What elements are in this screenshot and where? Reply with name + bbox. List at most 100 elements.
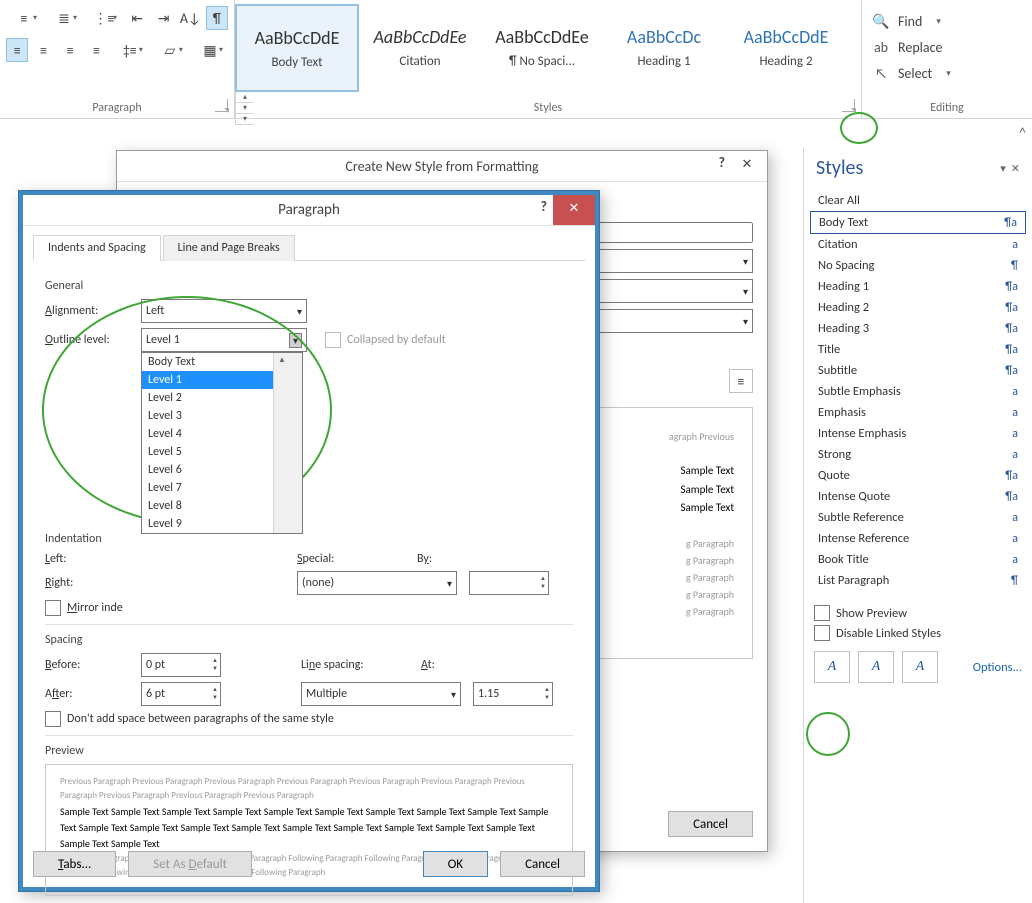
justify-button[interactable]: ≡ [85, 38, 107, 62]
tab-line-breaks[interactable]: Line and Page Breaks [163, 235, 295, 261]
style-item-subtle-emphasis[interactable]: Subtle Emphasisa [810, 381, 1026, 402]
style-item-symbol: a [1012, 532, 1018, 546]
cns-name-input[interactable] [597, 222, 753, 243]
style-item-strong[interactable]: Stronga [810, 444, 1026, 465]
gallery-more[interactable]: ▾ [236, 114, 254, 125]
multilevel-button[interactable]: ⋮≡ [86, 6, 122, 30]
style-item-body-text[interactable]: Body Text¶a [810, 211, 1026, 234]
para-help-button[interactable]: ? [541, 198, 548, 215]
para-cancel-button[interactable]: Cancel [500, 851, 585, 877]
style-card--no-spaci-[interactable]: AaBbCcDdEe¶ No Spaci... [481, 4, 603, 90]
new-style-button[interactable]: A [814, 651, 850, 683]
line-spacing-select[interactable]: Multiple▾ [301, 682, 461, 706]
cns-following-select[interactable]: ▾ [595, 309, 753, 333]
show-preview-checkbox[interactable] [814, 605, 830, 621]
cns-bold-button[interactable]: ≡ [729, 369, 753, 393]
increase-indent-button[interactable]: ⇥ [152, 6, 174, 30]
find-button[interactable]: 🔍Find▾ [872, 8, 1022, 34]
after-spinner[interactable]: 6 pt [141, 682, 221, 706]
style-sample: AaBbCcDdEe [495, 26, 588, 48]
line-spacing-button[interactable]: ‡≡ [112, 38, 148, 62]
tabs-button[interactable]: Tabs... [33, 851, 116, 877]
bullets-button[interactable]: ≡ [6, 6, 42, 30]
outline-level-dropdown[interactable]: Body TextLevel 1Level 2Level 3Level 4Lev… [141, 352, 303, 534]
borders-button[interactable]: ▦ [192, 38, 228, 62]
outline-dropdown-scrollbar[interactable] [273, 353, 302, 533]
outline-value: Level 1 [146, 333, 180, 347]
special-label: Special: [297, 552, 417, 566]
cns-styletype-select[interactable]: ▾ [595, 249, 753, 273]
styles-dialog-launcher[interactable] [842, 99, 855, 112]
style-item-intense-quote[interactable]: Intense Quote¶a [810, 486, 1026, 507]
cns-cancel-button[interactable]: Cancel [668, 811, 753, 837]
cns-title: Create New Style from Formatting [345, 158, 538, 175]
paragraph-dialog-launcher[interactable] [215, 99, 228, 112]
ribbon-collapse-chevron[interactable]: ^ [1019, 124, 1026, 141]
ribbon: ≡ ≣ ⋮≡ ⇤ ⇥ A↓ ¶ ≡ ≡ ≡ ≡ ‡≡ ▱ ▦ Paragraph… [0, 0, 1032, 119]
disable-linked-checkbox[interactable] [814, 625, 830, 641]
ribbon-group-editing: 🔍Find▾ abReplace ↖Select▾ Editing [862, 0, 1032, 118]
style-item-title[interactable]: Title¶a [810, 339, 1026, 360]
align-center-button[interactable]: ≡ [32, 38, 54, 62]
before-spinner[interactable]: 0 pt [141, 653, 221, 677]
style-card-body-text[interactable]: AaBbCcDdEBody Text [235, 4, 359, 92]
find-label: Find [898, 13, 922, 30]
para-close-button[interactable]: ✕ [553, 195, 595, 225]
style-item-heading-3[interactable]: Heading 3¶a [810, 318, 1026, 339]
sort-button[interactable]: A↓ [179, 6, 202, 30]
outline-level-select[interactable]: Level 1▾ [141, 328, 307, 352]
style-item-name: Body Text [819, 215, 868, 230]
styles-pane-title: Styles ▾ ✕ [804, 148, 1032, 190]
replace-button[interactable]: abReplace [872, 34, 1022, 60]
ok-button[interactable]: OK [423, 851, 488, 877]
select-button[interactable]: ↖Select▾ [872, 60, 1022, 86]
numbering-button[interactable]: ≣ [46, 6, 82, 30]
style-card-heading-1[interactable]: AaBbCcDcHeading 1 [603, 4, 725, 90]
cns-basedon-select[interactable]: ▾ [595, 279, 753, 303]
styles-list[interactable]: Clear AllBody Text¶aCitationaNo Spacing¶… [804, 190, 1032, 591]
mirror-checkbox[interactable] [45, 600, 61, 616]
style-item-subtitle[interactable]: Subtitle¶a [810, 360, 1026, 381]
style-card-heading-2[interactable]: AaBbCcDdEHeading 2 [725, 4, 847, 90]
style-item-list-paragraph[interactable]: List Paragraph¶ [810, 570, 1026, 591]
align-left-button[interactable]: ≡ [6, 38, 28, 62]
special-select[interactable]: (none)▾ [297, 571, 457, 595]
align-right-button[interactable]: ≡ [59, 38, 81, 62]
para-title: Paragraph [278, 201, 340, 219]
styles-pane-close-icon[interactable]: ✕ [1011, 162, 1020, 175]
style-item-no-spacing[interactable]: No Spacing¶ [810, 255, 1026, 276]
cns-help-button[interactable]: ? [719, 154, 726, 171]
decrease-indent-button[interactable]: ⇤ [126, 6, 148, 30]
style-inspector-button[interactable]: A [858, 651, 894, 683]
style-item-book-title[interactable]: Book Titlea [810, 549, 1026, 570]
tab-indents-spacing[interactable]: Indents and Spacing [33, 235, 161, 261]
shading-button[interactable]: ▱ [152, 38, 188, 62]
collapsed-checkbox[interactable] [325, 332, 341, 348]
at-spinner[interactable]: 1.15 [473, 682, 553, 706]
style-item-symbol: ¶ [1011, 574, 1018, 588]
style-item-emphasis[interactable]: Emphasisa [810, 402, 1026, 423]
style-item-clear-all[interactable]: Clear All [810, 190, 1026, 211]
cns-prev-previous: agraph Previous [669, 430, 734, 443]
cns-close-button[interactable]: ✕ [727, 151, 767, 181]
set-default-button[interactable]: Set As Default [128, 851, 252, 877]
by-spinner[interactable] [469, 571, 549, 595]
style-item-quote[interactable]: Quote¶a [810, 465, 1026, 486]
alignment-select[interactable]: Left▾ [141, 299, 307, 323]
style-item-heading-2[interactable]: Heading 2¶a [810, 297, 1026, 318]
style-item-subtle-reference[interactable]: Subtle Referencea [810, 507, 1026, 528]
styles-gallery[interactable]: AaBbCcDdEBody TextAaBbCcDdEeCitationAaBb… [235, 4, 847, 92]
manage-styles-button[interactable]: A [902, 651, 938, 683]
left-indent-label: Left: [45, 552, 141, 566]
disable-linked-label: Disable Linked Styles [836, 626, 941, 641]
style-item-citation[interactable]: Citationa [810, 234, 1026, 255]
style-card-citation[interactable]: AaBbCcDdEeCitation [359, 4, 481, 90]
style-item-intense-reference[interactable]: Intense Referencea [810, 528, 1026, 549]
style-item-intense-emphasis[interactable]: Intense Emphasisa [810, 423, 1026, 444]
show-preview-label: Show Preview [836, 606, 907, 621]
styles-options-link[interactable]: Options... [973, 660, 1022, 675]
show-hide-pilcrow-button[interactable]: ¶ [206, 6, 228, 30]
no-space-checkbox[interactable] [45, 711, 61, 727]
styles-pane-dropdown-icon[interactable]: ▾ [1000, 162, 1006, 175]
style-item-heading-1[interactable]: Heading 1¶a [810, 276, 1026, 297]
